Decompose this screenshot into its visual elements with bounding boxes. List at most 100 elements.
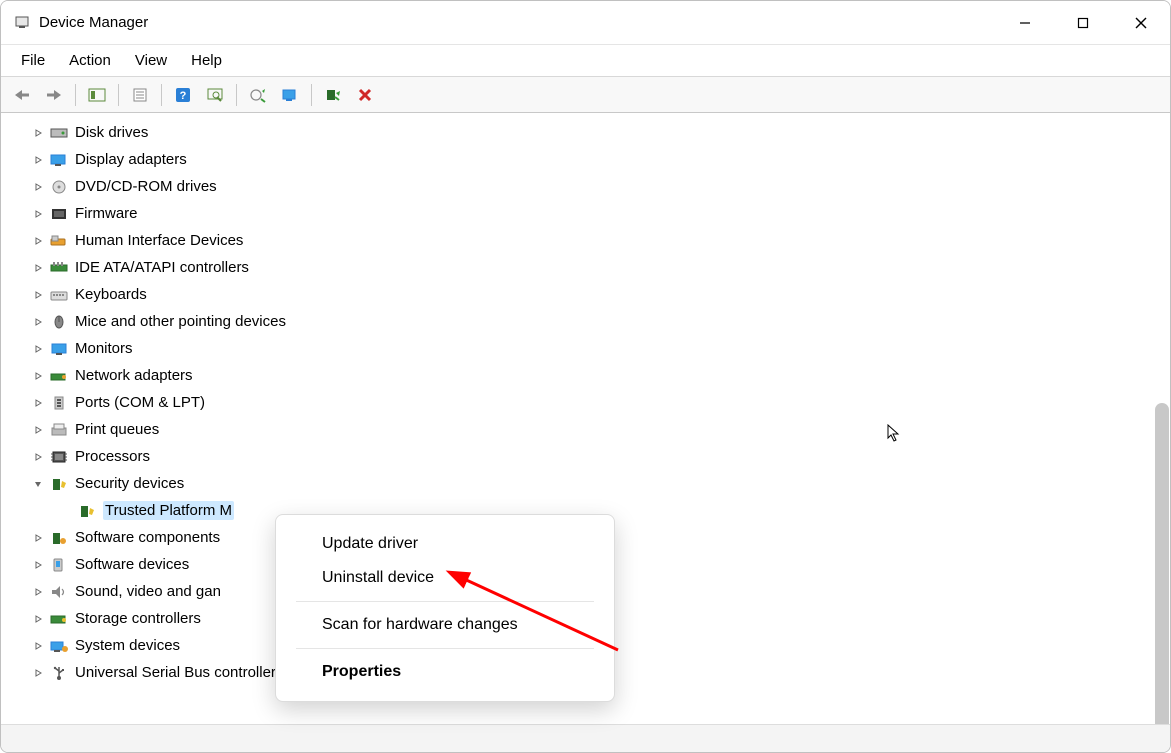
toolbar-separator bbox=[75, 84, 76, 106]
tree-category-monitor[interactable]: Monitors bbox=[31, 335, 1170, 362]
close-button[interactable] bbox=[1112, 1, 1170, 45]
nav-back-button[interactable] bbox=[7, 81, 37, 109]
tree-label: Ports (COM & LPT) bbox=[75, 394, 205, 411]
menu-file[interactable]: File bbox=[11, 48, 55, 73]
properties-button[interactable] bbox=[125, 81, 155, 109]
chevron-right-icon[interactable] bbox=[31, 180, 45, 194]
storage-icon bbox=[49, 610, 69, 628]
network-icon bbox=[49, 367, 69, 385]
maximize-button[interactable] bbox=[1054, 1, 1112, 45]
tree-category-hid[interactable]: Human Interface Devices bbox=[31, 227, 1170, 254]
dvd-icon bbox=[49, 178, 69, 196]
tree-label: Software components bbox=[75, 529, 220, 546]
chevron-right-icon[interactable] bbox=[31, 450, 45, 464]
scan-hardware-button[interactable] bbox=[200, 81, 230, 109]
tree-category-firmware[interactable]: Firmware bbox=[31, 200, 1170, 227]
tree-label: Sound, video and gan bbox=[75, 583, 221, 600]
chevron-right-icon[interactable] bbox=[31, 612, 45, 626]
sound-icon bbox=[49, 583, 69, 601]
context-menu-item-uninstall-device[interactable]: Uninstall device bbox=[276, 561, 614, 595]
help-button[interactable]: ? bbox=[168, 81, 198, 109]
tree-label: Storage controllers bbox=[75, 610, 201, 627]
chevron-right-icon[interactable] bbox=[31, 369, 45, 383]
context-menu: Update driverUninstall device Scan for ha… bbox=[275, 514, 615, 702]
context-menu-separator bbox=[296, 648, 594, 649]
toolbar-separator bbox=[118, 84, 119, 106]
tree-label: DVD/CD-ROM drives bbox=[75, 178, 217, 195]
tree-category-cpu[interactable]: Processors bbox=[31, 443, 1170, 470]
toolbar-separator bbox=[236, 84, 237, 106]
tree-label: Mice and other pointing devices bbox=[75, 313, 286, 330]
tree-label: Human Interface Devices bbox=[75, 232, 243, 249]
tree-category-display[interactable]: Display adapters bbox=[31, 146, 1170, 173]
security-icon bbox=[49, 475, 69, 493]
context-menu-separator bbox=[296, 601, 594, 602]
chevron-right-icon[interactable] bbox=[31, 666, 45, 680]
context-menu-item-update-driver[interactable]: Update driver bbox=[276, 527, 614, 561]
chevron-right-icon[interactable] bbox=[31, 261, 45, 275]
tree-category-mouse[interactable]: Mice and other pointing devices bbox=[31, 308, 1170, 335]
firmware-icon bbox=[49, 205, 69, 223]
port-icon bbox=[49, 394, 69, 412]
uninstall-device-button[interactable] bbox=[350, 81, 380, 109]
tree-category-network[interactable]: Network adapters bbox=[31, 362, 1170, 389]
tree-label: System devices bbox=[75, 637, 180, 654]
tree-label: Monitors bbox=[75, 340, 133, 357]
toolbar: ? bbox=[1, 77, 1170, 113]
tree-label: Security devices bbox=[75, 475, 184, 492]
chevron-right-icon[interactable] bbox=[31, 531, 45, 545]
toolbar-separator bbox=[311, 84, 312, 106]
chevron-right-icon[interactable] bbox=[31, 396, 45, 410]
chevron-right-icon[interactable] bbox=[31, 153, 45, 167]
tree-category-security[interactable]: Security devices bbox=[31, 470, 1170, 497]
chevron-right-icon[interactable] bbox=[31, 639, 45, 653]
context-menu-item-properties[interactable]: Properties bbox=[276, 655, 614, 689]
disk-icon bbox=[49, 124, 69, 142]
sw-comp-icon bbox=[49, 529, 69, 547]
chevron-down-icon[interactable] bbox=[31, 477, 45, 491]
chevron-right-icon[interactable] bbox=[31, 585, 45, 599]
scrollbar-vertical[interactable] bbox=[1155, 403, 1169, 724]
show-hide-console-button[interactable] bbox=[82, 81, 112, 109]
tree-label: Firmware bbox=[75, 205, 138, 222]
tree-label: Network adapters bbox=[75, 367, 193, 384]
menu-view[interactable]: View bbox=[125, 48, 177, 73]
tree-category-printer[interactable]: Print queues bbox=[31, 416, 1170, 443]
menu-help[interactable]: Help bbox=[181, 48, 232, 73]
tree-category-keyboard[interactable]: Keyboards bbox=[31, 281, 1170, 308]
chevron-right-icon[interactable] bbox=[31, 288, 45, 302]
toolbar-separator bbox=[161, 84, 162, 106]
tree-label: Trusted Platform M bbox=[103, 501, 234, 520]
chevron-right-icon[interactable] bbox=[31, 558, 45, 572]
chevron-right-icon[interactable] bbox=[31, 207, 45, 221]
titlebar: Device Manager bbox=[1, 1, 1170, 45]
disable-device-button[interactable] bbox=[318, 81, 348, 109]
tree-category-dvd[interactable]: DVD/CD-ROM drives bbox=[31, 173, 1170, 200]
svg-text:?: ? bbox=[180, 90, 187, 102]
menu-action[interactable]: Action bbox=[59, 48, 121, 73]
tree-category-ide[interactable]: IDE ATA/ATAPI controllers bbox=[31, 254, 1170, 281]
update-driver-button[interactable] bbox=[243, 81, 273, 109]
display-icon bbox=[49, 151, 69, 169]
chevron-right-icon[interactable] bbox=[31, 126, 45, 140]
chevron-right-icon[interactable] bbox=[31, 234, 45, 248]
cpu-icon bbox=[49, 448, 69, 466]
system-icon bbox=[49, 637, 69, 655]
nav-forward-button[interactable] bbox=[39, 81, 69, 109]
tree-label: Keyboards bbox=[75, 286, 147, 303]
enable-device-button[interactable] bbox=[275, 81, 305, 109]
tree-label: Print queues bbox=[75, 421, 159, 438]
tree-category-port[interactable]: Ports (COM & LPT) bbox=[31, 389, 1170, 416]
chevron-right-icon[interactable] bbox=[31, 315, 45, 329]
context-menu-item-scan-for-hardware-changes[interactable]: Scan for hardware changes bbox=[276, 608, 614, 642]
tree-label: Software devices bbox=[75, 556, 189, 573]
hid-icon bbox=[49, 232, 69, 250]
ide-icon bbox=[49, 259, 69, 277]
chevron-right-icon[interactable] bbox=[31, 342, 45, 356]
printer-icon bbox=[49, 421, 69, 439]
chevron-right-icon[interactable] bbox=[31, 423, 45, 437]
minimize-button[interactable] bbox=[996, 1, 1054, 45]
chevron-spacer bbox=[59, 504, 73, 518]
monitor-icon bbox=[49, 340, 69, 358]
tree-category-disk[interactable]: Disk drives bbox=[31, 119, 1170, 146]
